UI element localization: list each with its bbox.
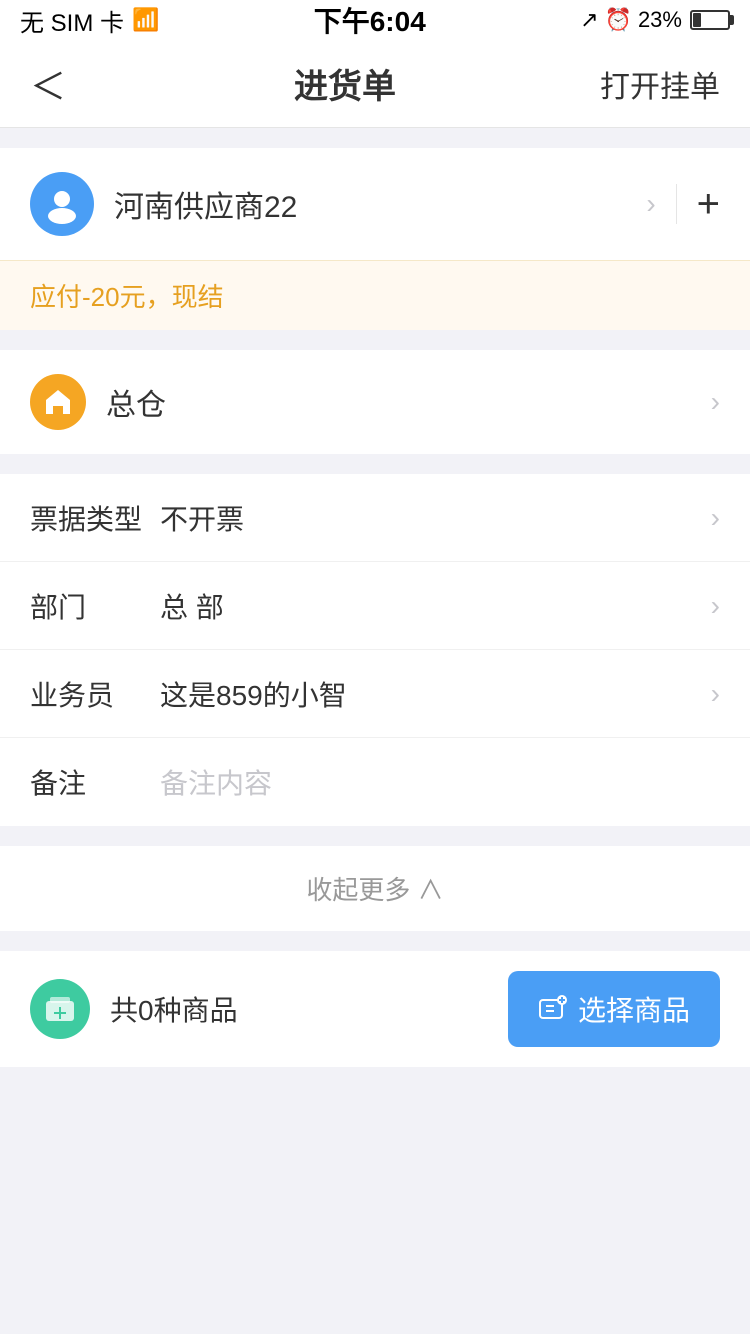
warehouse-row[interactable]: 总仓 ›: [0, 350, 750, 454]
dept-row[interactable]: 部门 总 部 ›: [0, 562, 750, 650]
supplier-row[interactable]: 河南供应商22 › +: [0, 148, 750, 260]
status-left: 无 SIM 卡 📶: [20, 3, 159, 38]
dept-value: 总 部: [150, 586, 711, 626]
dept-chevron-icon: ›: [711, 590, 720, 622]
dept-label: 部门: [30, 586, 150, 626]
salesman-row[interactable]: 业务员 这是859的小智 ›: [0, 650, 750, 738]
salesman-value: 这是859的小智: [150, 674, 711, 714]
battery-text: 23%: [638, 7, 682, 33]
status-bar: 无 SIM 卡 📶 下午6:04 ↗ ⏰ 23%: [0, 0, 750, 40]
supplier-card: 河南供应商22 › + 应付-20元，现结: [0, 148, 750, 330]
warehouse-name: 总仓: [106, 380, 711, 424]
salesman-chevron-icon: ›: [711, 678, 720, 710]
form-section: 票据类型 不开票 › 部门 总 部 › 业务员 这是859的小智 › 备注 备注…: [0, 474, 750, 826]
wifi-icon: 📶: [132, 7, 159, 33]
cart-icon: [42, 991, 78, 1027]
remarks-row[interactable]: 备注 备注内容: [0, 738, 750, 826]
supplier-divider: [676, 184, 677, 224]
section-gap-1: [0, 128, 750, 148]
warehouse-card: 总仓 ›: [0, 350, 750, 454]
add-button[interactable]: +: [697, 182, 720, 227]
content: 河南供应商22 › + 应付-20元，现结 总仓 › 票据类型: [0, 128, 750, 1067]
collapse-label: 收起更多 ∧: [306, 875, 443, 905]
invoice-value: 不开票: [150, 498, 711, 538]
no-sim-text: 无 SIM 卡: [20, 3, 124, 38]
select-product-label: 选择商品: [578, 989, 690, 1029]
salesman-label: 业务员: [30, 674, 150, 714]
status-time: 下午6:04: [314, 0, 426, 40]
remarks-input[interactable]: 备注内容: [150, 762, 720, 802]
warehouse-icon: [30, 374, 86, 430]
battery-icon: [690, 10, 730, 30]
supplier-name: 河南供应商22: [114, 182, 646, 226]
remarks-label: 备注: [30, 762, 150, 802]
supplier-avatar: [30, 172, 94, 236]
section-gap-2: [0, 330, 750, 350]
location-icon: ↗: [580, 7, 598, 33]
open-pending-button[interactable]: 打开挂单: [600, 62, 720, 106]
supplier-chevron-icon: ›: [646, 188, 655, 220]
bottom-bar: 共0种商品 选择商品: [0, 951, 750, 1067]
product-count-icon: [30, 979, 90, 1039]
product-count-text: 共0种商品: [110, 989, 488, 1029]
invoice-chevron-icon: ›: [711, 502, 720, 534]
avatar-icon: [42, 184, 82, 224]
select-product-icon: [538, 994, 568, 1024]
status-right: ↗ ⏰ 23%: [580, 7, 730, 33]
select-product-button[interactable]: 选择商品: [508, 971, 720, 1047]
invoice-row[interactable]: 票据类型 不开票 ›: [0, 474, 750, 562]
home-icon: [42, 386, 74, 418]
invoice-label: 票据类型: [30, 498, 150, 538]
collapse-row[interactable]: 收起更多 ∧: [0, 846, 750, 931]
notice-text: 应付-20元，现结: [30, 282, 224, 312]
nav-bar: ＜ 进货单 打开挂单: [0, 40, 750, 128]
alarm-icon: ⏰: [605, 7, 632, 33]
page-title: 进货单: [294, 59, 396, 108]
warehouse-chevron-icon: ›: [711, 386, 720, 418]
notice-row: 应付-20元，现结: [0, 260, 750, 330]
back-button[interactable]: ＜: [30, 58, 90, 110]
